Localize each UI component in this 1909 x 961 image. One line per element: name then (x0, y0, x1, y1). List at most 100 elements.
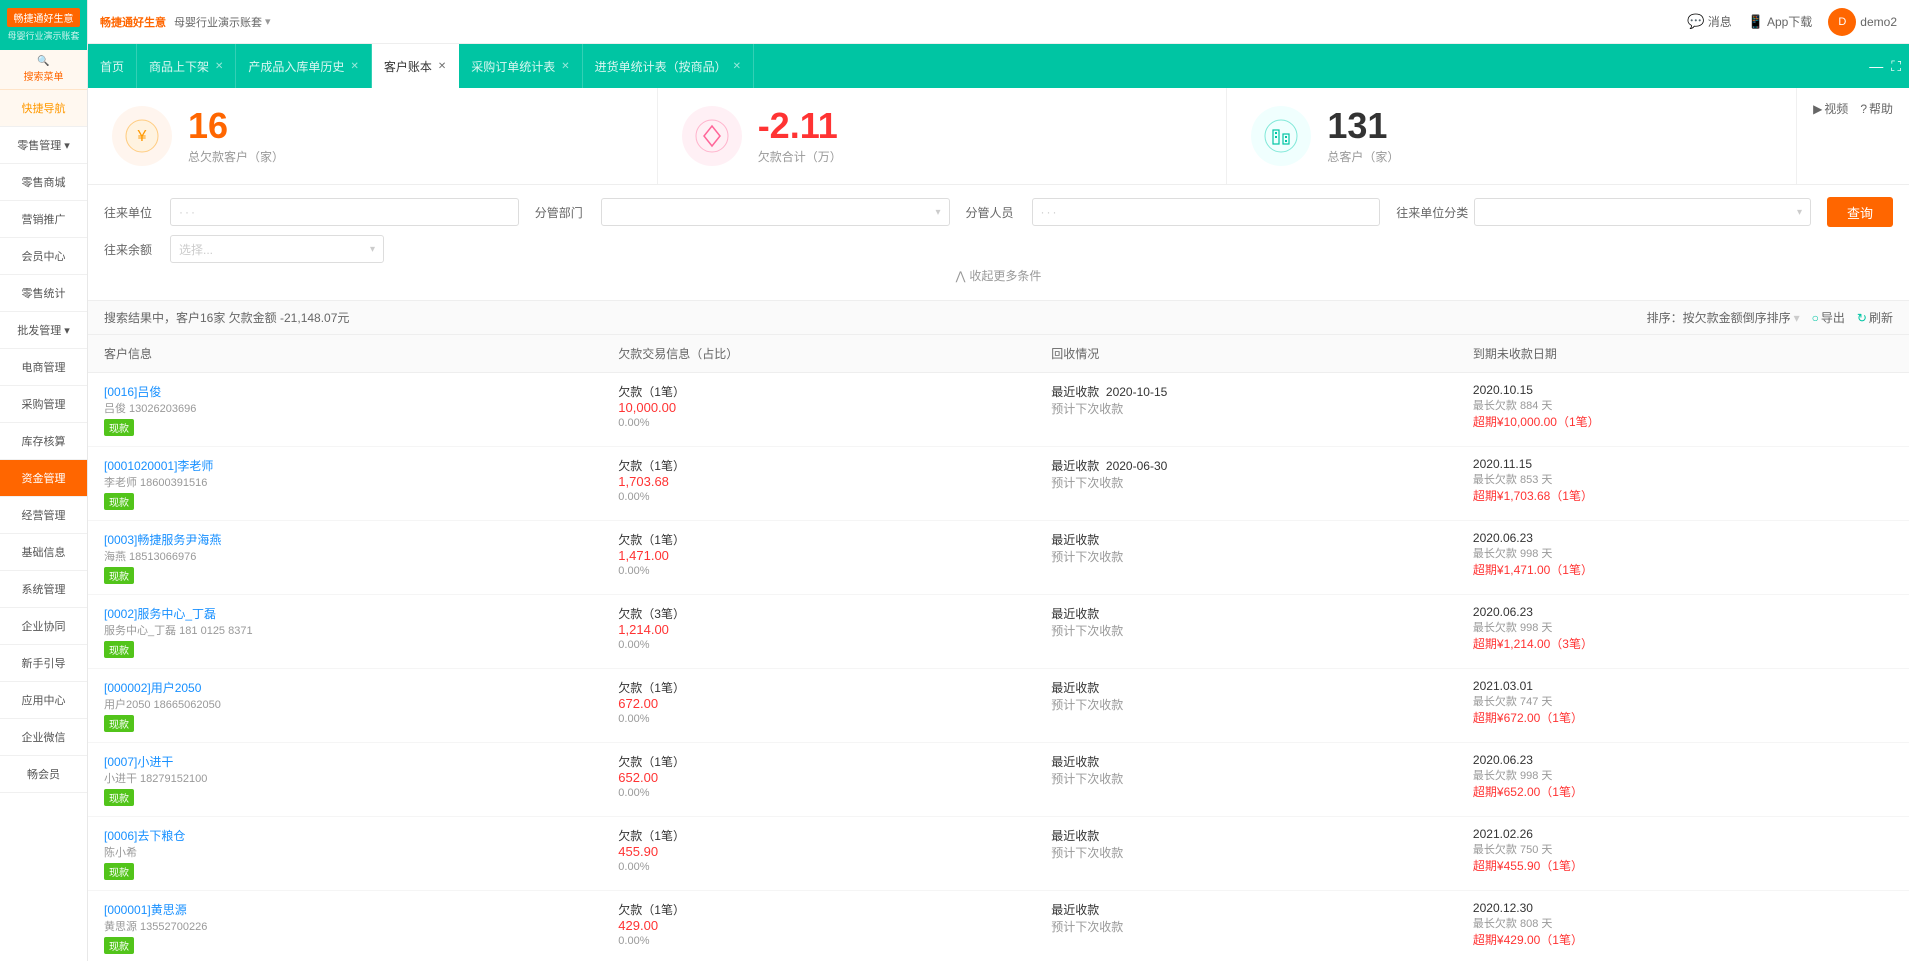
max-overdue-days: 最长欠款 998 天 (1473, 767, 1893, 783)
close-icon[interactable]: ✕ (350, 61, 358, 72)
overdue-ratio: 0.00% (618, 787, 1019, 799)
close-icon[interactable]: ✕ (438, 61, 446, 72)
vendor-input[interactable]: ··· (170, 198, 519, 226)
customer-name-link[interactable]: [0001020001]李老师 (104, 457, 586, 474)
search-button[interactable]: 查询 (1827, 197, 1893, 227)
overdue-over[interactable]: 超期¥1,214.00（3笔） (1473, 635, 1893, 652)
recent-label: 最近收款 (1051, 827, 1441, 844)
sidebar-item-quick-nav[interactable]: 快捷导航 (0, 90, 87, 127)
sidebar-item-vip[interactable]: 畅会员 (0, 756, 87, 793)
customer-name-link[interactable]: [0007]小进干 (104, 753, 586, 770)
customer-name-link[interactable]: [0003]畅捷服务尹海燕 (104, 531, 586, 548)
sidebar-item-new-guide[interactable]: 新手引导 (0, 645, 87, 682)
tab-customer-account[interactable]: 客户账本 ✕ (372, 44, 459, 88)
subtitle-dropdown-icon[interactable]: ▾ (265, 15, 271, 28)
results-bar: 搜索结果中，客户16家 欠款金额 -21,148.07元 排序：按欠款金额倒序排… (88, 301, 1909, 335)
overdue-amount-label: 欠款合计（万） (758, 148, 842, 165)
customer-tag: 现款 (104, 567, 134, 584)
tab-more-btn[interactable]: — (1869, 58, 1883, 74)
sidebar-item-app-center[interactable]: 应用中心 (0, 682, 87, 719)
tab-home[interactable]: 首页 (88, 44, 137, 88)
sidebar-item-ecommerce[interactable]: 电商管理 (0, 349, 87, 386)
customer-cell: [0006]去下粮仓 陈小希 现款 (88, 817, 602, 891)
customer-cell: [0003]畅捷服务尹海燕 海燕 18513066976 现款 (88, 521, 602, 595)
export-btn[interactable]: ○ 导出 (1812, 309, 1845, 326)
collapse-button[interactable]: ⋀ 收起更多条件 (956, 267, 1042, 284)
sort-label[interactable]: 排序：按欠款金额倒序排序 ▾ (1647, 309, 1800, 326)
customer-phone: 黄思源 13552700226 (104, 918, 586, 934)
sidebar-item-enterprise-coop[interactable]: 企业协同 (0, 608, 87, 645)
overdue-over[interactable]: 超期¥1,471.00（1笔） (1473, 561, 1893, 578)
sidebar-item-basic-info[interactable]: 基础信息 (0, 534, 87, 571)
tab-home-label: 首页 (100, 58, 124, 75)
sidebar-item-operations[interactable]: 经营管理 (0, 497, 87, 534)
sidebar-item-marketing[interactable]: 营销推广 (0, 201, 87, 238)
balance-select[interactable]: 选择... ▾ (170, 235, 384, 263)
customer-name-link[interactable]: [0002]服务中心_丁磊 (104, 605, 586, 622)
table-row: [0001020001]李老师 李老师 18600391516 现款 欠款（1笔… (88, 447, 1909, 521)
user-section[interactable]: D demo2 (1828, 8, 1897, 36)
sidebar-item-enterprise-wechat[interactable]: 企业微信 (0, 719, 87, 756)
collection-cell: 最近收款 2020-10-15 预计下次收款 (1035, 373, 1457, 447)
close-icon[interactable]: ✕ (215, 61, 223, 72)
tab-purchase-stat[interactable]: 进货单统计表（按商品） ✕ (583, 44, 754, 88)
sidebar-search[interactable]: 🔍 搜索菜单 (0, 50, 87, 90)
sidebar-item-retail-mgmt[interactable]: 零售管理 ▾ (0, 127, 87, 164)
overdue-date-cell: 2021.02.26 最长欠款 750 天 超期¥455.90（1笔） (1457, 817, 1909, 891)
sidebar-item-finance[interactable]: 资金管理 (0, 460, 87, 497)
customer-name-link[interactable]: [000001]黄思源 (104, 901, 586, 918)
collection-cell: 最近收款 预计下次收款 (1035, 595, 1457, 669)
total-customers-number: 131 (1327, 108, 1399, 144)
collection-cell: 最近收款 预计下次收款 (1035, 521, 1457, 595)
customer-name-link[interactable]: [000002]用户2050 (104, 679, 586, 696)
tab-production-history[interactable]: 产成品入库单历史 ✕ (236, 44, 371, 88)
table-row: [0006]去下粮仓 陈小希 现款 欠款（1笔） 455.90 0.00% (88, 817, 1909, 891)
app-download-btn[interactable]: 📱 App下载 (1748, 13, 1813, 30)
overdue-over[interactable]: 超期¥455.90（1笔） (1473, 857, 1893, 874)
recent-label: 最近收款 (1051, 605, 1441, 622)
tab-purchase-order[interactable]: 采购订单统计表 ✕ (459, 44, 582, 88)
stat-icon-total (1251, 106, 1311, 166)
overdue-cell: 欠款（1笔） 652.00 0.00% (602, 743, 1035, 817)
collection-cell: 最近收款 预计下次收款 (1035, 817, 1457, 891)
sidebar-item-label: 零售商城 (4, 174, 83, 190)
customer-name-link[interactable]: [0006]去下粮仓 (104, 827, 586, 844)
sidebar-item-member[interactable]: 会员中心 (0, 238, 87, 275)
customer-phone: 吕俊 13026203696 (104, 400, 586, 416)
overdue-over[interactable]: 超期¥1,703.68（1笔） (1473, 487, 1893, 504)
sidebar-item-batch-mgmt[interactable]: 批发管理 ▾ (0, 312, 87, 349)
tab-fullscreen-btn[interactable]: ⛶ (1891, 58, 1901, 75)
help-btn[interactable]: ? 帮助 (1860, 100, 1893, 117)
sidebar-item-purchase[interactable]: 采购管理 (0, 386, 87, 423)
sidebar-item-retail-stats[interactable]: 零售统计 (0, 275, 87, 312)
overdue-over[interactable]: 超期¥672.00（1笔） (1473, 709, 1893, 726)
overdue-label: 欠款（1笔） (618, 531, 1019, 548)
brand-subtitle: 母婴行业演示账套 (7, 29, 79, 42)
person-input[interactable]: ··· (1032, 198, 1381, 226)
close-icon[interactable]: ✕ (733, 61, 741, 72)
overdue-amount: 1,214.00 (618, 622, 1019, 637)
customer-cell: [0007]小进干 小进干 18279152100 现款 (88, 743, 602, 817)
customer-name-link[interactable]: [0016]吕俊 (104, 383, 586, 400)
refresh-icon: ↻ (1857, 311, 1867, 325)
overdue-over[interactable]: 超期¥652.00（1笔） (1473, 783, 1893, 800)
refresh-btn[interactable]: ↻ 刷新 (1857, 309, 1893, 326)
category-select[interactable]: ▾ (1474, 198, 1811, 226)
tab-products-off[interactable]: 商品上下架 ✕ (137, 44, 236, 88)
sidebar-item-retail-mall[interactable]: 零售商城 (0, 164, 87, 201)
dept-arrow-icon: ▾ (935, 207, 940, 218)
video-icon: ▶ (1813, 102, 1822, 116)
sidebar-item-system[interactable]: 系统管理 (0, 571, 87, 608)
sidebar-item-label: 营销推广 (4, 211, 83, 227)
vendor-label: 往来单位 (104, 204, 164, 221)
overdue-date: 2020.06.23 (1473, 531, 1893, 545)
customer-tag: 现款 (104, 641, 134, 658)
overdue-over[interactable]: 超期¥429.00（1笔） (1473, 931, 1893, 948)
sidebar-item-inventory[interactable]: 库存核算 (0, 423, 87, 460)
stat-content-customers: 16 总欠款客户（家） (188, 108, 284, 165)
dept-select[interactable]: ▾ (601, 198, 950, 226)
close-icon[interactable]: ✕ (561, 61, 569, 72)
overdue-over[interactable]: 超期¥10,000.00（1笔） (1473, 413, 1893, 430)
video-btn[interactable]: ▶ 视频 (1813, 100, 1848, 117)
message-btn[interactable]: 💬 消息 (1687, 13, 1731, 30)
